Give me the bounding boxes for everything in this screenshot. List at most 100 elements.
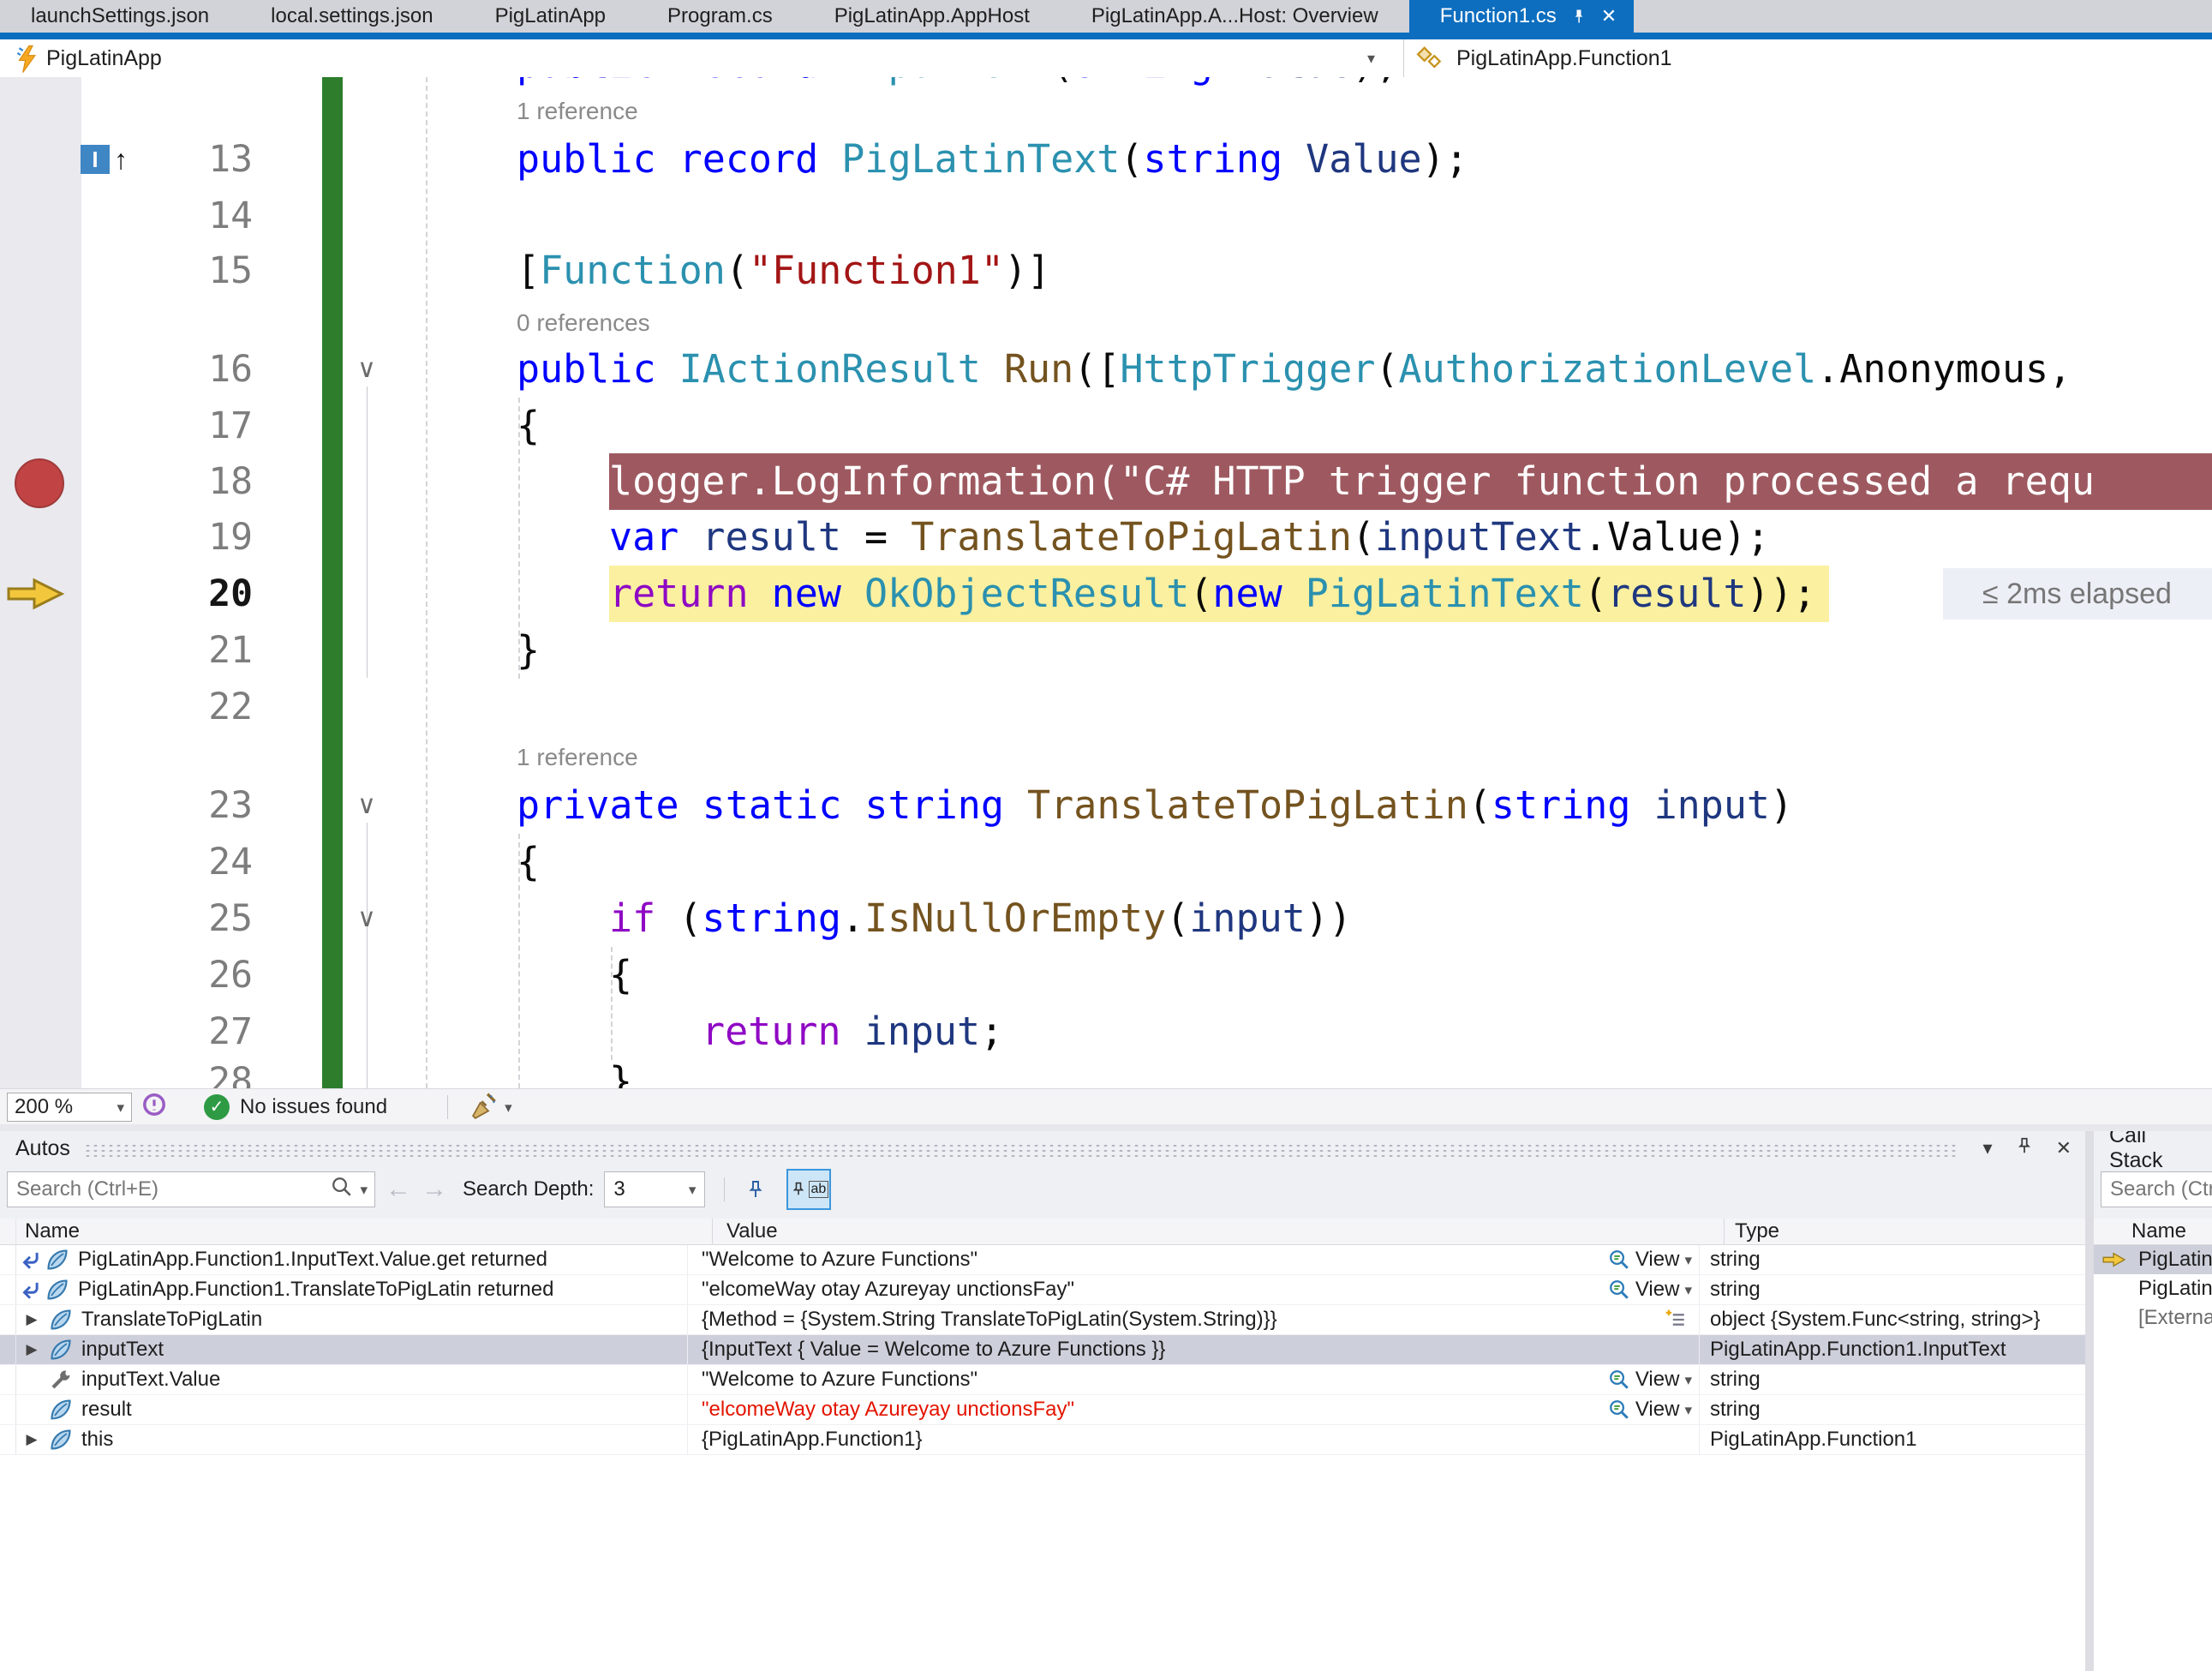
autos-row[interactable]: ▶inputText{InputText { Value = Welcome t… [0, 1335, 2085, 1365]
call-stack-frame[interactable]: [External [2094, 1303, 2212, 1333]
autos-row[interactable]: ▶TranslateToPigLatin{Method = {System.St… [0, 1305, 2085, 1335]
current-frame-arrow-icon [2094, 1245, 2138, 1274]
code-line[interactable]: } [609, 1053, 632, 1088]
no-issues-check-icon[interactable]: ✓ [204, 1094, 230, 1120]
code-line[interactable]: private static string TranslateToPigLati… [517, 777, 1793, 834]
chevron-down-icon[interactable]: ▾ [1684, 1373, 1692, 1387]
method-group-icon [1665, 1309, 1687, 1331]
line-number: 21 [77, 622, 253, 679]
breadcrumb-member[interactable]: PigLatinApp.Function1 [1456, 39, 1672, 77]
breakpoint-icon[interactable] [15, 458, 64, 508]
autos-row[interactable]: result"elcomeWay otay Azureyay unctionsF… [0, 1395, 2085, 1425]
codelens-references[interactable]: 1 reference [517, 94, 638, 129]
call-stack-title-bar[interactable]: Call Stack [2094, 1131, 2212, 1165]
code-cleanup-button[interactable]: ▾ [469, 1093, 512, 1122]
collapse-chevron-icon[interactable]: ∨ [348, 777, 386, 834]
tab-piglatinapp-a-host-overview[interactable]: PigLatinApp.A...Host: Overview [1061, 0, 1409, 33]
panel-splitter[interactable] [0, 1124, 2212, 1131]
expander-icon[interactable]: ▶ [16, 1311, 47, 1328]
variable-name: result [81, 1398, 132, 1422]
column-header-value[interactable]: Value [713, 1219, 1725, 1244]
code-line[interactable]: logger.LogInformation("C# HTTP trigger f… [609, 453, 2095, 510]
close-icon[interactable]: ✕ [2056, 1137, 2072, 1159]
frame-name: PigLatinA [2138, 1277, 2212, 1301]
autos-row[interactable]: ▶this{PigLatinApp.Function1}PigLatinApp.… [0, 1425, 2085, 1455]
code-line[interactable]: [Function("Function1")] [517, 243, 1050, 299]
search-depth-select[interactable]: 3 ▾ [604, 1171, 705, 1207]
autos-search[interactable]: ▾ [7, 1171, 375, 1207]
view-visualizer-button[interactable]: View▾ [1608, 1395, 1692, 1424]
code-line[interactable]: } [517, 622, 540, 679]
tab-piglatinapp[interactable]: PigLatinApp [464, 0, 637, 33]
chevron-down-icon[interactable]: ▾ [1684, 1403, 1692, 1417]
code-line[interactable]: public record PigLatinText(string Value)… [517, 131, 1468, 188]
autos-row[interactable]: PigLatinApp.Function1.InputText.Value.ge… [0, 1245, 2085, 1275]
back-arrow-icon[interactable]: ← [386, 1175, 411, 1204]
call-stack-frame[interactable]: PigLatinA [2094, 1245, 2212, 1274]
window-menu-icon[interactable]: ▾ [1983, 1137, 1993, 1159]
tab-function1-cs[interactable]: Function1.cs ✕ [1409, 0, 1635, 33]
chevron-down-icon[interactable]: ▾ [1684, 1253, 1692, 1267]
show-values-inline-button[interactable]: ab [786, 1169, 831, 1210]
autos-title-bar[interactable]: Autos ▾ ✕ [0, 1131, 2085, 1165]
code-line[interactable]: return input; [702, 1003, 1003, 1060]
ab-icon: ab [809, 1181, 829, 1198]
pin-icon[interactable] [1570, 8, 1587, 25]
instruction-pointer-icon[interactable] [5, 575, 69, 617]
search-input[interactable] [2101, 1177, 2212, 1202]
view-visualizer-button[interactable]: View▾ [1608, 1275, 1692, 1304]
code-line[interactable]: { [517, 398, 540, 454]
line-number: 24 [77, 834, 253, 890]
inheritance-margin-icon[interactable]: I [81, 145, 110, 174]
visualizer-magnifier-icon[interactable] [1608, 1398, 1630, 1421]
column-header-type[interactable]: Type [1725, 1219, 2085, 1244]
code-editor[interactable]: public record InputText(string Value);1 … [0, 77, 2212, 1088]
view-visualizer-button[interactable]: View▾ [1608, 1365, 1692, 1394]
chevron-down-icon[interactable]: ▾ [1367, 39, 1375, 77]
search-icon[interactable] [331, 1176, 353, 1204]
code-line[interactable]: var result = TranslateToPigLatin(inputTe… [609, 509, 1770, 566]
close-icon[interactable]: ✕ [1601, 7, 1617, 26]
collapse-chevron-icon[interactable]: ∨ [348, 341, 386, 398]
autos-row[interactable]: PigLatinApp.Function1.TranslateToPigLati… [0, 1275, 2085, 1305]
code-line[interactable]: public IActionResult Run([HttpTrigger(Au… [517, 341, 2095, 398]
column-header-name[interactable]: Name [2131, 1219, 2186, 1243]
tab-program-cs[interactable]: Program.cs [637, 0, 804, 33]
search-input[interactable] [8, 1177, 331, 1202]
visualizer-magnifier-icon[interactable] [1608, 1249, 1630, 1271]
autos-row[interactable]: inputText.Value"Welcome to Azure Functio… [0, 1365, 2085, 1395]
codelens-references[interactable]: 0 references [517, 306, 650, 340]
issues-status[interactable]: No issues found [240, 1095, 387, 1119]
call-stack-search[interactable] [2101, 1171, 2212, 1207]
zoom-select[interactable]: 200 % ▾ [7, 1093, 132, 1122]
visualizer-magnifier-icon[interactable] [1608, 1279, 1630, 1301]
row-margin [0, 1395, 16, 1424]
tab-piglatinapp-apphost[interactable]: PigLatinApp.AppHost [804, 0, 1061, 33]
tab-label: PigLatinApp [495, 4, 606, 28]
expander-icon[interactable]: ▶ [16, 1341, 47, 1358]
visualizer-magnifier-icon[interactable] [1608, 1369, 1630, 1391]
call-stack-frame[interactable]: PigLatinA [2094, 1274, 2212, 1303]
code-line[interactable]: public record InputText(string Value); [517, 77, 1399, 93]
column-header-name[interactable]: Name [16, 1219, 713, 1244]
pin-values-button[interactable] [735, 1171, 776, 1208]
chevron-down-icon[interactable]: ▾ [1684, 1283, 1692, 1297]
code-line[interactable]: return new OkObjectResult(new PigLatinTe… [609, 566, 1816, 622]
codelens-references[interactable]: 1 reference [517, 740, 638, 775]
suggestion-icon[interactable] [140, 1091, 168, 1124]
tab-label: Function1.cs [1440, 4, 1557, 28]
code-line[interactable]: { [517, 834, 540, 890]
collapse-chevron-icon[interactable]: ∨ [348, 890, 386, 947]
panel-splitter-vertical[interactable] [2085, 1131, 2094, 1671]
expander-icon[interactable]: ▶ [16, 1431, 47, 1448]
code-line[interactable]: if (string.IsNullOrEmpty(input)) [609, 890, 1352, 947]
auto-hide-pin-icon[interactable] [2015, 1136, 2034, 1160]
autos-name-cell: result [0, 1395, 688, 1424]
breadcrumb-project[interactable]: PigLatinApp [46, 39, 162, 77]
chevron-down-icon[interactable]: ▾ [360, 1183, 368, 1197]
tab-launchsettings-json[interactable]: launchSettings.json [0, 0, 240, 33]
code-line[interactable]: { [609, 947, 632, 1003]
forward-arrow-icon[interactable]: → [421, 1175, 447, 1204]
view-visualizer-button[interactable]: View▾ [1608, 1245, 1692, 1274]
tab-local-settings-json[interactable]: local.settings.json [240, 0, 463, 33]
